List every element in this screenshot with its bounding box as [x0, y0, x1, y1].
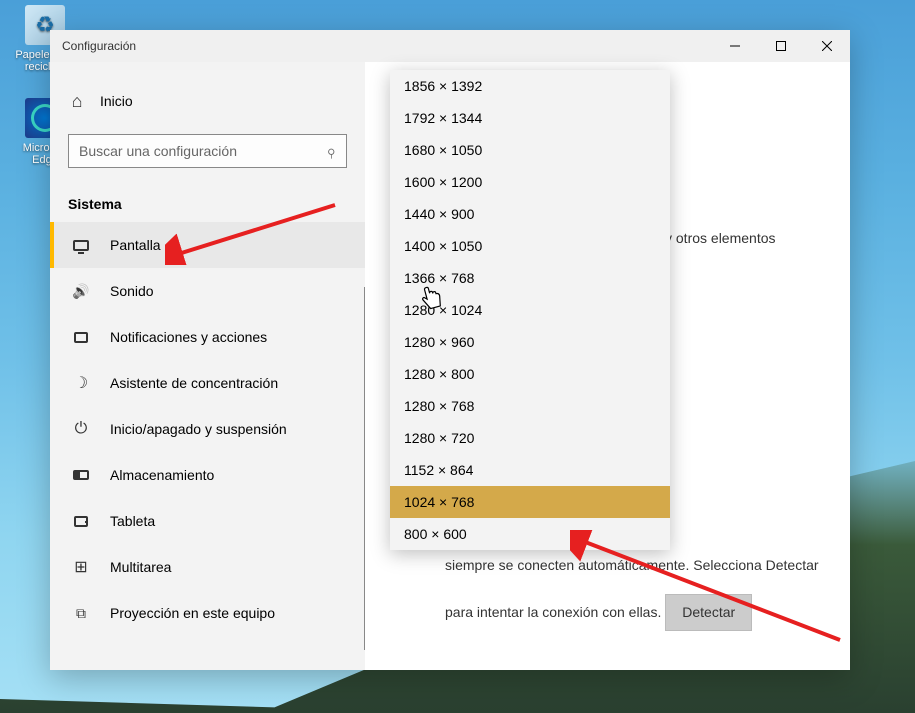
- focus-assist-icon: [72, 374, 90, 392]
- search-icon: [326, 141, 336, 162]
- resolution-option[interactable]: 800 × 600: [390, 518, 670, 550]
- resolution-option[interactable]: 1024 × 768: [390, 486, 670, 518]
- resolution-option[interactable]: 1792 × 1344: [390, 102, 670, 134]
- project-icon: [72, 604, 90, 622]
- sidebar-item-label: Notificaciones y acciones: [110, 329, 267, 345]
- sidebar-item-label: Proyección en este equipo: [110, 605, 275, 621]
- sidebar-item-pantalla[interactable]: Pantalla: [50, 222, 365, 268]
- sidebar-item-proyeccion[interactable]: Proyección en este equipo: [50, 590, 365, 636]
- resolution-option[interactable]: 1280 × 768: [390, 390, 670, 422]
- tablet-icon: [72, 512, 90, 530]
- display-icon: [72, 236, 90, 254]
- search-input[interactable]: Buscar una configuración: [68, 134, 347, 168]
- power-icon: [72, 420, 90, 438]
- sidebar-item-asistente[interactable]: Asistente de concentración: [50, 360, 365, 406]
- window-title: Configuración: [62, 39, 136, 53]
- sidebar-item-label: Pantalla: [110, 237, 161, 253]
- detect-button[interactable]: Detectar: [665, 594, 752, 631]
- sidebar-item-tableta[interactable]: Tableta: [50, 498, 365, 544]
- desktop-background: Papelera de reciclaje Microsoft Edge Con…: [0, 0, 915, 713]
- sidebar-item-label: Tableta: [110, 513, 155, 529]
- home-link[interactable]: Inicio: [50, 82, 365, 120]
- storage-icon: [72, 466, 90, 484]
- resolution-option[interactable]: 1152 × 864: [390, 454, 670, 486]
- maximize-button[interactable]: [758, 30, 804, 62]
- home-icon: [68, 92, 86, 110]
- sidebar-item-label: Multitarea: [110, 559, 171, 575]
- resolution-option[interactable]: 1856 × 1392: [390, 70, 670, 102]
- sidebar: Inicio Buscar una configuración Sistema …: [50, 62, 365, 670]
- category-heading: Sistema: [50, 182, 365, 222]
- sidebar-item-label: Almacenamiento: [110, 467, 214, 483]
- sidebar-item-sonido[interactable]: Sonido: [50, 268, 365, 314]
- minimize-button[interactable]: [712, 30, 758, 62]
- notifications-icon: [72, 328, 90, 346]
- sound-icon: [72, 282, 90, 300]
- search-placeholder: Buscar una configuración: [79, 143, 326, 159]
- sidebar-item-almacenamiento[interactable]: Almacenamiento: [50, 452, 365, 498]
- text-fragment-bottom: siempre se conecten automáticamente. Sel…: [445, 555, 825, 631]
- resolution-option[interactable]: 1280 × 960: [390, 326, 670, 358]
- resolution-option[interactable]: 1400 × 1050: [390, 230, 670, 262]
- close-button[interactable]: [804, 30, 850, 62]
- resolution-option[interactable]: 1440 × 900: [390, 198, 670, 230]
- home-label: Inicio: [100, 93, 133, 109]
- sidebar-item-energia[interactable]: Inicio/apagado y suspensión: [50, 406, 365, 452]
- settings-window: Configuración Inicio Buscar una configur…: [50, 30, 850, 670]
- titlebar: Configuración: [50, 30, 850, 62]
- sidebar-item-notificaciones[interactable]: Notificaciones y acciones: [50, 314, 365, 360]
- resolution-option[interactable]: 1680 × 1050: [390, 134, 670, 166]
- sidebar-item-label: Sonido: [110, 283, 154, 299]
- sidebar-item-label: Inicio/apagado y suspensión: [110, 421, 287, 437]
- text-fragment-right: y otros elementos: [665, 230, 776, 246]
- multitask-icon: [72, 558, 90, 576]
- resolution-option[interactable]: 1280 × 800: [390, 358, 670, 390]
- resolution-option[interactable]: 1600 × 1200: [390, 166, 670, 198]
- resolution-option[interactable]: 1280 × 720: [390, 422, 670, 454]
- sidebar-item-label: Asistente de concentración: [110, 375, 278, 391]
- sidebar-item-multitarea[interactable]: Multitarea: [50, 544, 365, 590]
